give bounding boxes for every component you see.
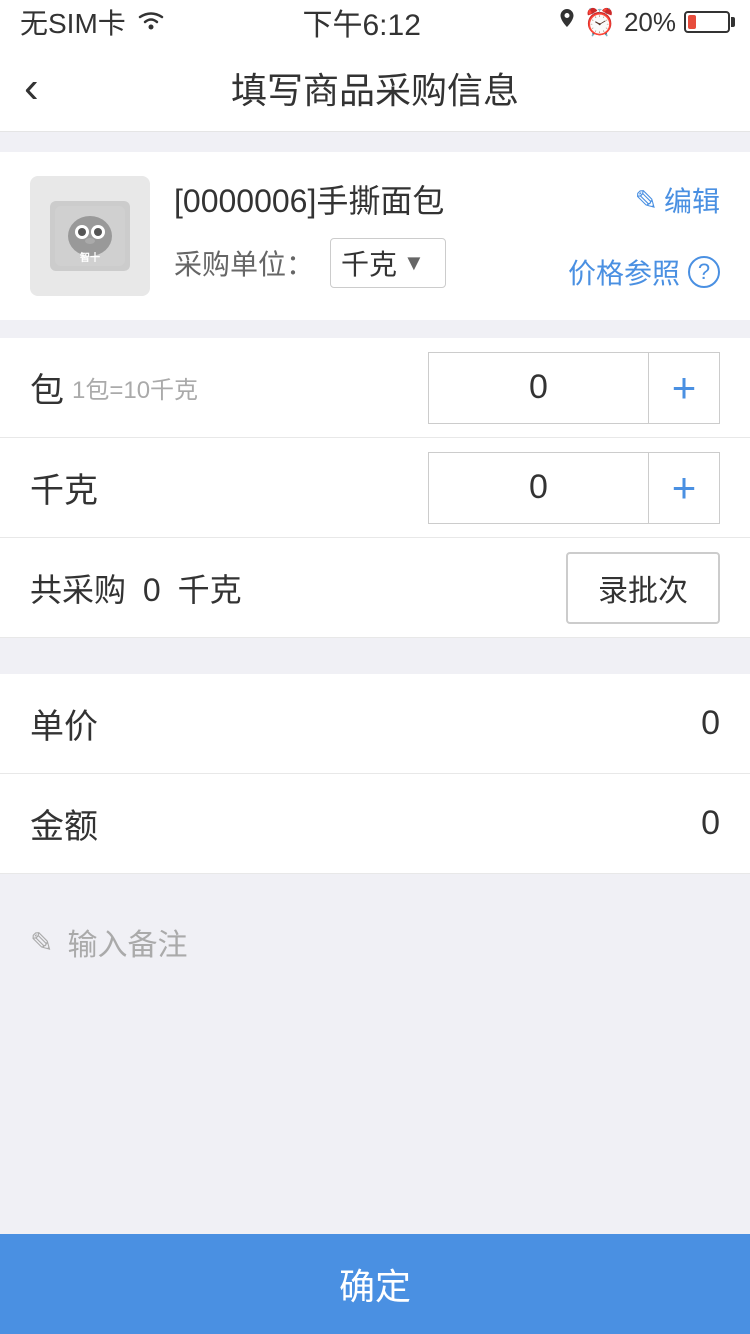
page-title: 填写商品采购信息 bbox=[231, 62, 519, 114]
section-divider-1 bbox=[0, 320, 750, 338]
bag-label: 包 bbox=[30, 363, 64, 412]
unit-label: 采购单位： bbox=[174, 243, 314, 283]
status-right: ⏰ 20% bbox=[558, 7, 730, 38]
unit-value: 千克 bbox=[341, 243, 397, 283]
edit-button[interactable]: ✎ 编辑 bbox=[635, 180, 720, 220]
product-image: 智十 bbox=[30, 176, 150, 296]
status-left: 无SIM卡 bbox=[20, 2, 166, 42]
product-image-placeholder: 智十 bbox=[50, 201, 130, 271]
section-divider-2 bbox=[0, 638, 750, 656]
edit-label: 编辑 bbox=[664, 180, 720, 220]
input-section: 包 1包=10千克 + 千克 + bbox=[0, 338, 750, 538]
plus-icon: + bbox=[672, 364, 697, 412]
price-ref-button[interactable]: 价格参照 ? bbox=[568, 252, 720, 292]
bag-plus-button[interactable]: + bbox=[648, 352, 720, 424]
kg-plus-button[interactable]: + bbox=[648, 452, 720, 524]
carrier-label: 无SIM卡 bbox=[20, 2, 126, 42]
back-icon: ‹ bbox=[24, 63, 39, 113]
help-icon: ? bbox=[688, 256, 720, 288]
confirm-button[interactable]: 确定 bbox=[0, 1234, 750, 1334]
kg-input-right: + bbox=[428, 452, 720, 524]
pencil-icon: ✎ bbox=[30, 926, 53, 959]
price-ref-label: 价格参照 bbox=[568, 252, 680, 292]
kg-input-row: 千克 + bbox=[0, 438, 750, 538]
location-icon bbox=[558, 7, 576, 38]
svg-text:智十: 智十 bbox=[80, 251, 100, 264]
unit-price-value: 0 bbox=[701, 704, 720, 743]
total-row: 共采购 0 千克 录批次 bbox=[0, 538, 750, 638]
bag-input-right: + bbox=[428, 352, 720, 424]
status-time: 下午6:12 bbox=[302, 0, 420, 44]
total-text: 共采购 0 千克 bbox=[30, 565, 242, 611]
total-prefix: 共采购 bbox=[30, 572, 126, 608]
record-batch-button[interactable]: 录批次 bbox=[566, 552, 720, 624]
amount-label: 金额 bbox=[30, 799, 98, 848]
edit-icon: ✎ bbox=[635, 184, 658, 217]
wifi-icon bbox=[136, 6, 166, 38]
unit-price-row: 单价 0 bbox=[0, 674, 750, 774]
remarks-section[interactable]: ✎ 输入备注 bbox=[0, 892, 750, 992]
product-card: 智十 [0000006]手撕面包 采购单位： 千克 ▼ ✎ 编辑 价格参照 ? bbox=[0, 152, 750, 320]
unit-price-label: 单价 bbox=[30, 699, 98, 748]
total-amount: 0 bbox=[143, 572, 161, 608]
content-spacer bbox=[0, 992, 750, 1192]
plus-icon-2: + bbox=[672, 464, 697, 512]
chevron-down-icon: ▼ bbox=[403, 250, 425, 276]
amount-row: 金额 0 bbox=[0, 774, 750, 874]
back-button[interactable]: ‹ bbox=[24, 63, 39, 113]
nav-bar: ‹ 填写商品采购信息 bbox=[0, 44, 750, 132]
bag-input-row: 包 1包=10千克 + bbox=[0, 338, 750, 438]
unit-select[interactable]: 千克 ▼ bbox=[330, 238, 446, 288]
amount-value: 0 bbox=[701, 804, 720, 843]
battery-icon bbox=[684, 11, 730, 33]
remarks-placeholder: 输入备注 bbox=[67, 920, 187, 964]
detail-section: 单价 0 金额 0 bbox=[0, 674, 750, 874]
kg-label: 千克 bbox=[30, 463, 98, 512]
status-bar: 无SIM卡 下午6:12 ⏰ 20% bbox=[0, 0, 750, 44]
kg-quantity-input[interactable] bbox=[428, 452, 648, 524]
total-unit: 千克 bbox=[178, 572, 242, 608]
bag-quantity-input[interactable] bbox=[428, 352, 648, 424]
bag-sublabel: 1包=10千克 bbox=[72, 370, 198, 405]
alarm-icon: ⏰ bbox=[584, 7, 616, 38]
battery-percent: 20% bbox=[624, 7, 676, 38]
